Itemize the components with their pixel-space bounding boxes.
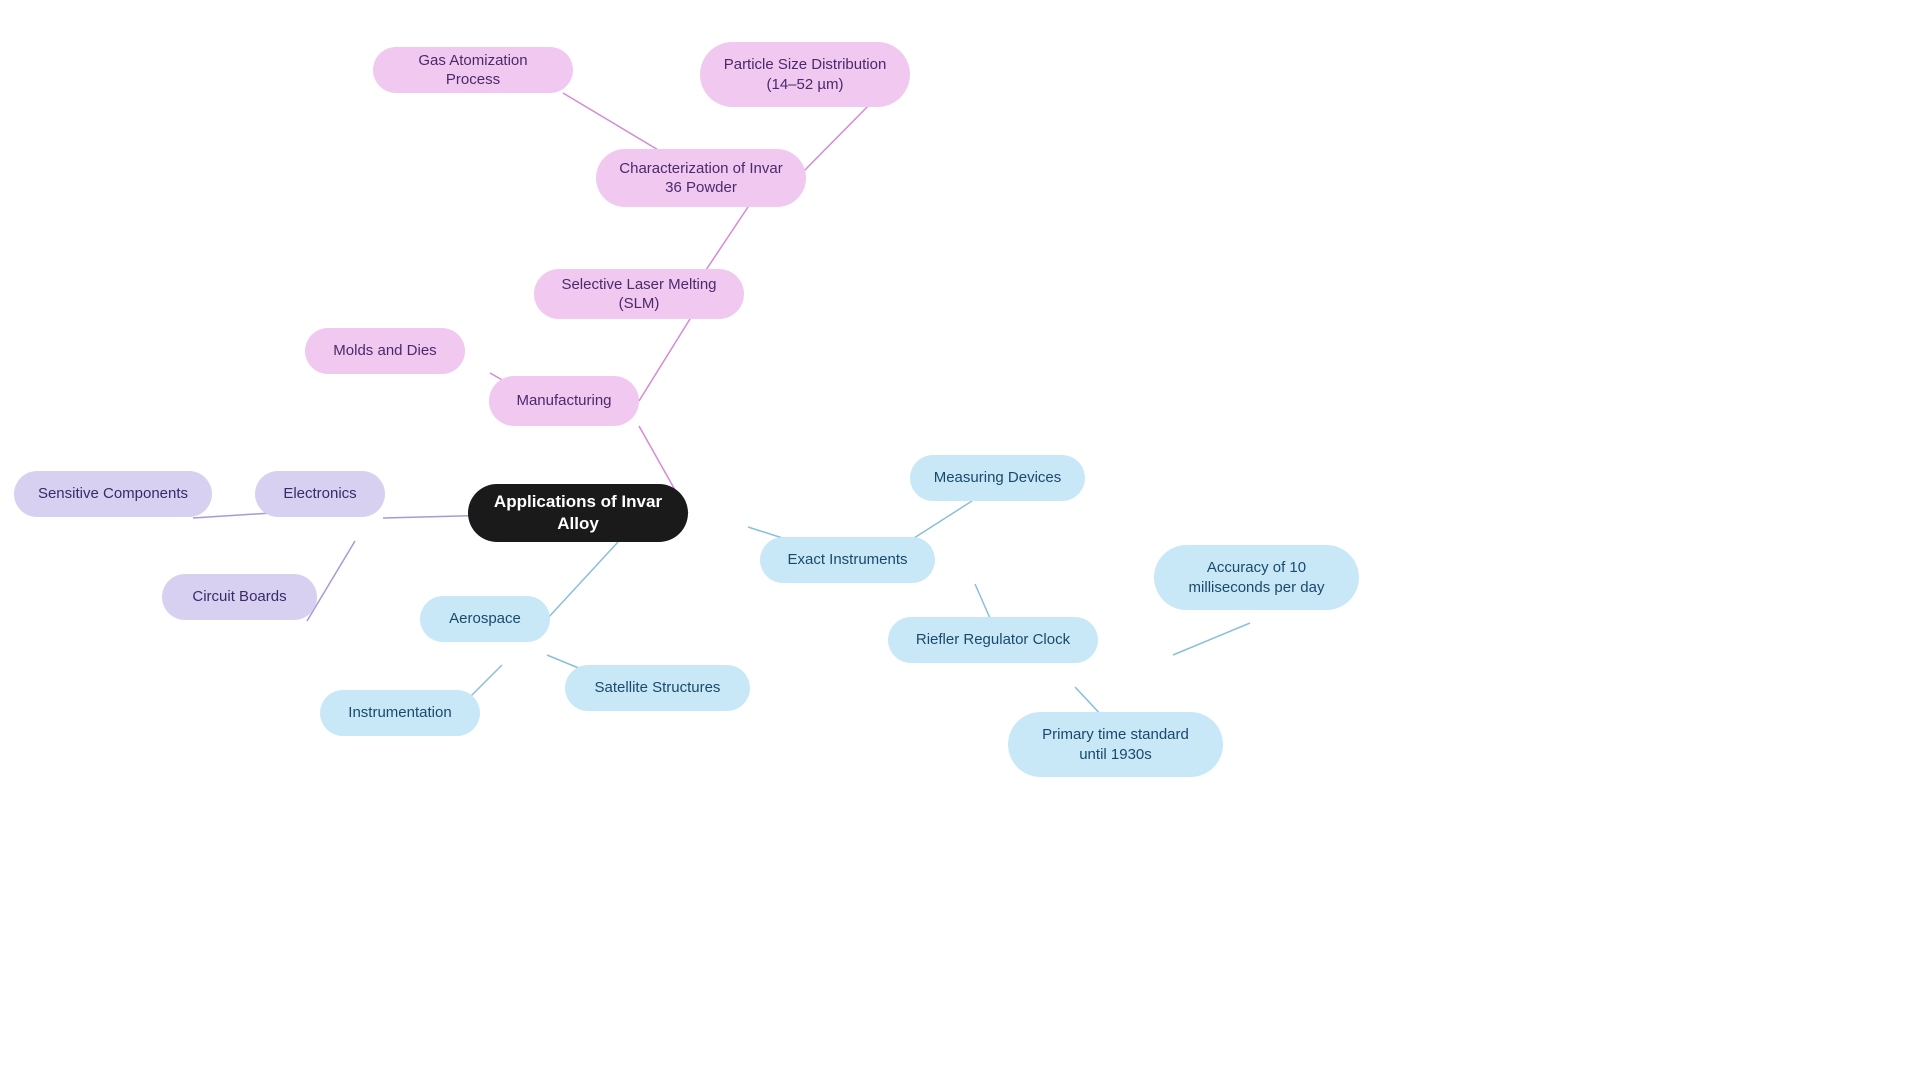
accuracy-node: Accuracy of 10 milliseconds per day xyxy=(1154,545,1359,610)
sensitive-components-node: Sensitive Components xyxy=(14,471,212,517)
satellite-structures-node: Satellite Structures xyxy=(565,665,750,711)
molds-dies-node: Molds and Dies xyxy=(305,328,465,374)
measuring-devices-node: Measuring Devices xyxy=(910,455,1085,501)
aerospace-node: Aerospace xyxy=(420,596,550,642)
slm-node: Selective Laser Melting (SLM) xyxy=(534,269,744,319)
primary-time-node: Primary time standard until 1930s xyxy=(1008,712,1223,777)
exact-instruments-node: Exact Instruments xyxy=(760,537,935,583)
electronics-node: Electronics xyxy=(255,471,385,517)
circuit-boards-node: Circuit Boards xyxy=(162,574,317,620)
instrumentation-node: Instrumentation xyxy=(320,690,480,736)
riefler-clock-node: Riefler Regulator Clock xyxy=(888,617,1098,663)
gas-atomization-node: Gas Atomization Process xyxy=(373,47,573,93)
particle-size-node: Particle Size Distribution (14–52 µm) xyxy=(700,42,910,107)
manufacturing-node: Manufacturing xyxy=(489,376,639,426)
center-node: Applications of Invar Alloy xyxy=(468,484,688,542)
char-invar-node: Characterization of Invar 36 Powder xyxy=(596,149,806,207)
